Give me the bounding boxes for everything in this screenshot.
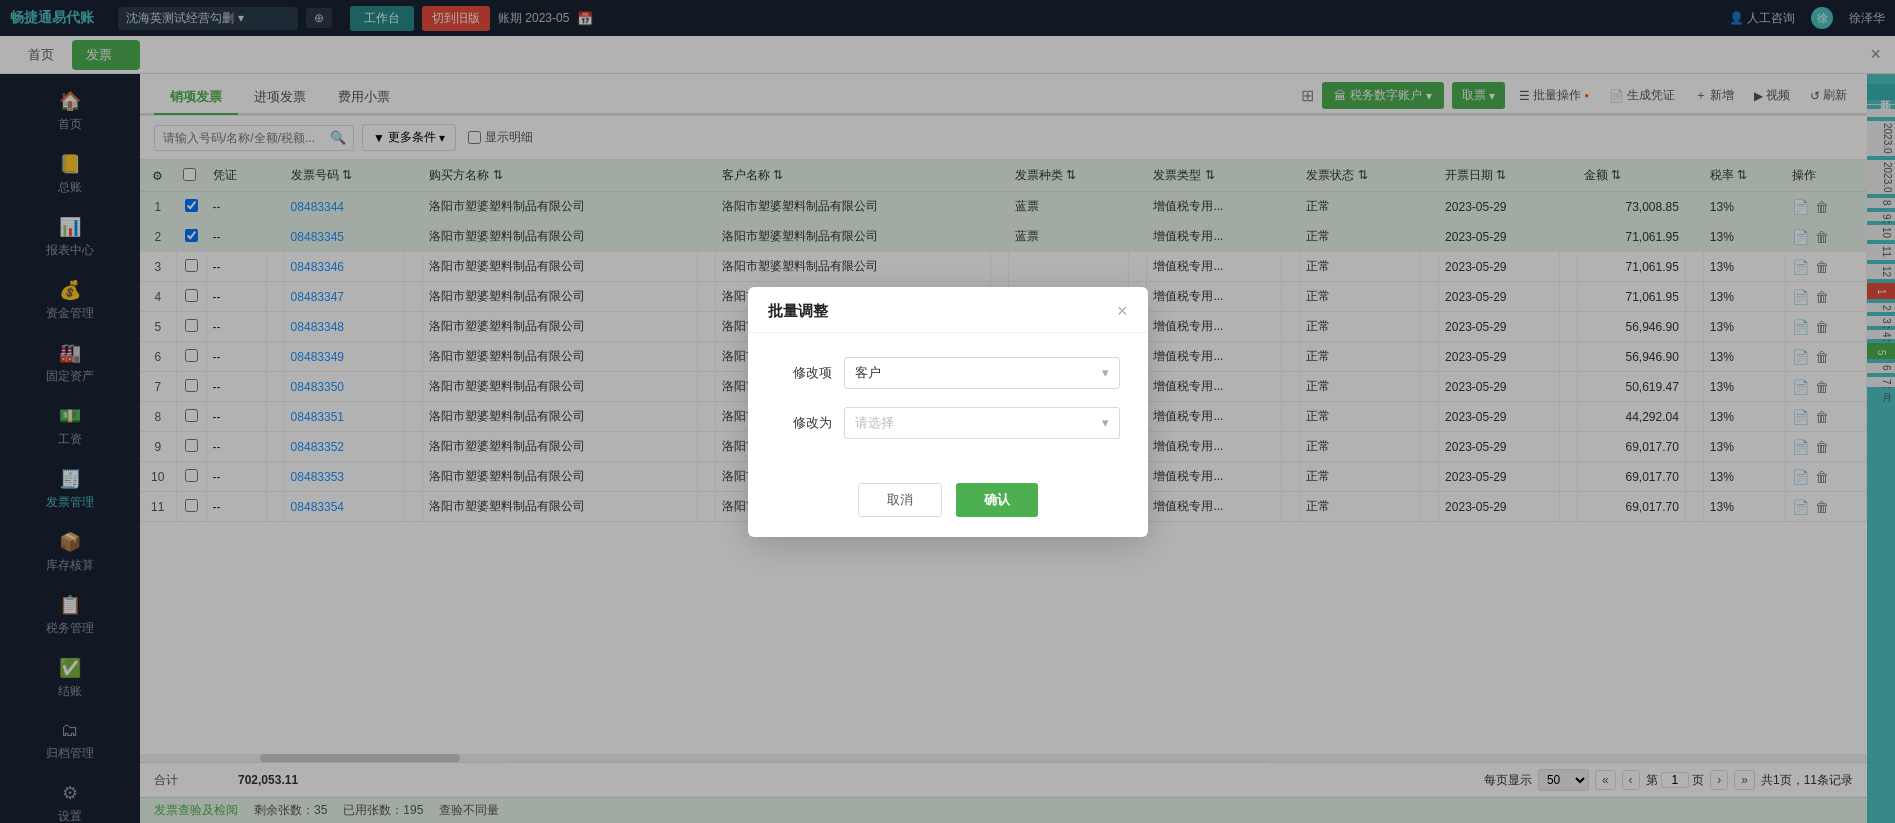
modal-field-row: 修改项 客户 ▾ [776, 357, 1120, 389]
modal-value-row: 修改为 请选择 ▾ [776, 407, 1120, 439]
field-select-arrow-icon: ▾ [1102, 365, 1109, 380]
modal-confirm-btn[interactable]: 确认 [956, 483, 1038, 517]
modal-footer: 取消 确认 [748, 473, 1148, 537]
modal-header: 批量调整 × [748, 287, 1148, 333]
modify-value-select[interactable]: 请选择 ▾ [844, 407, 1120, 439]
batch-adjust-modal: 批量调整 × 修改项 客户 ▾ 修改为 请选择 ▾ 取消 确认 [748, 287, 1148, 537]
modify-field-select[interactable]: 客户 ▾ [844, 357, 1120, 389]
modify-value-placeholder: 请选择 [855, 414, 894, 432]
modal-overlay: 批量调整 × 修改项 客户 ▾ 修改为 请选择 ▾ 取消 确认 [0, 0, 1895, 823]
modify-value-label: 修改为 [776, 414, 832, 432]
value-select-arrow-icon: ▾ [1102, 415, 1109, 430]
modal-body: 修改项 客户 ▾ 修改为 请选择 ▾ [748, 333, 1148, 473]
modal-title: 批量调整 [768, 302, 828, 321]
modify-field-label: 修改项 [776, 364, 832, 382]
modify-field-value: 客户 [855, 364, 881, 382]
modal-close-btn[interactable]: × [1117, 301, 1128, 322]
modal-cancel-btn[interactable]: 取消 [858, 483, 942, 517]
